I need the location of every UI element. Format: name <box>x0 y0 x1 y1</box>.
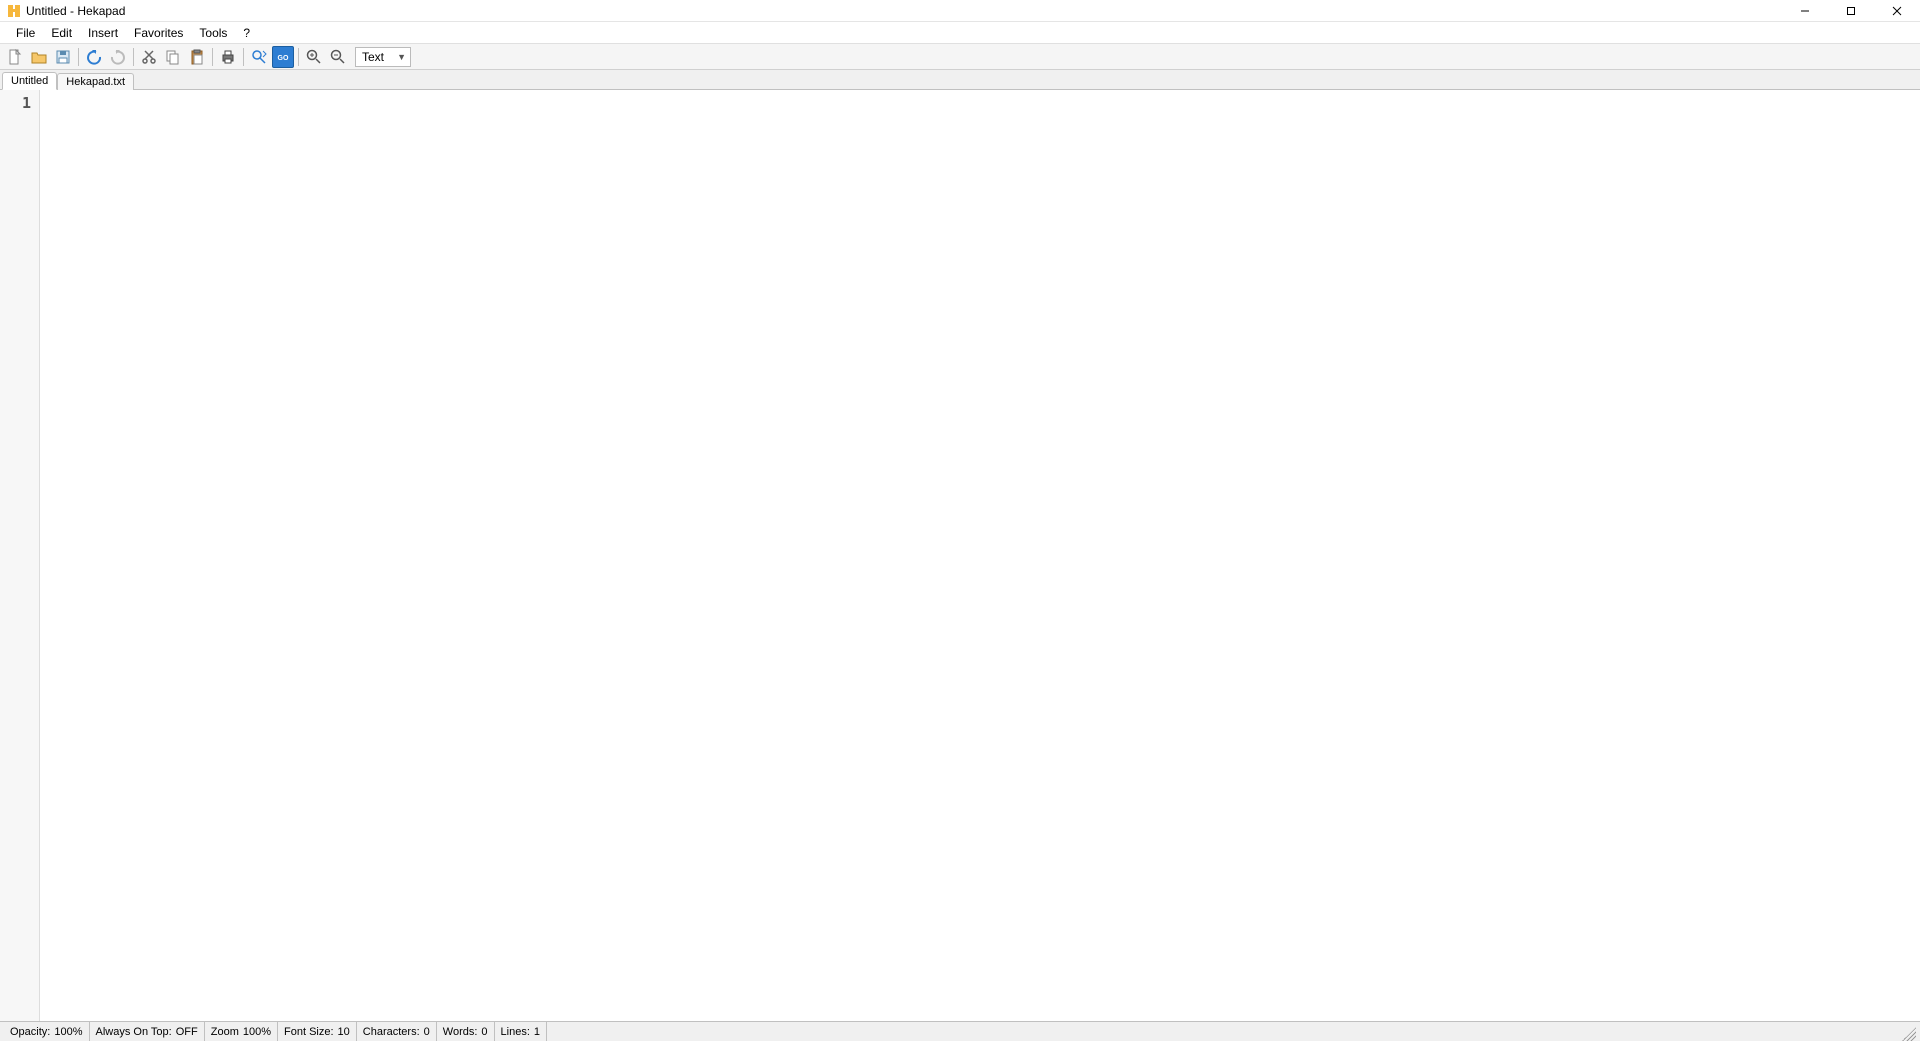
maximize-button[interactable] <box>1828 0 1874 21</box>
toolbar: GO Text ▼ <box>0 44 1920 70</box>
menu-insert[interactable]: Insert <box>80 24 126 42</box>
syntax-dropdown[interactable]: Text ▼ <box>355 47 411 67</box>
line-number-gutter: 1 <box>0 90 40 1021</box>
svg-text:GO: GO <box>278 55 289 62</box>
status-value: OFF <box>176 1026 198 1038</box>
status-characters: Characters: 0 <box>357 1022 437 1041</box>
close-button[interactable] <box>1874 0 1920 21</box>
tab-hekapad-txt[interactable]: Hekapad.txt <box>57 73 134 90</box>
minimize-button[interactable] <box>1782 0 1828 21</box>
go-button[interactable]: GO <box>272 46 294 68</box>
undo-button[interactable] <box>83 46 105 68</box>
menu-favorites[interactable]: Favorites <box>126 24 191 42</box>
copy-button[interactable] <box>162 46 184 68</box>
status-label: Always On Top: <box>96 1026 172 1038</box>
text-editor[interactable] <box>40 90 1920 1021</box>
menu-edit[interactable]: Edit <box>43 24 80 42</box>
redo-button[interactable] <box>107 46 129 68</box>
find-replace-button[interactable] <box>248 46 270 68</box>
status-opacity: Opacity: 100% <box>4 1022 90 1041</box>
tab-label: Hekapad.txt <box>66 76 125 88</box>
toolbar-separator <box>212 48 213 66</box>
cut-button[interactable] <box>138 46 160 68</box>
app-icon <box>6 3 22 19</box>
status-label: Lines: <box>501 1026 530 1038</box>
toolbar-separator <box>133 48 134 66</box>
status-lines: Lines: 1 <box>495 1022 547 1041</box>
status-value: 0 <box>481 1026 487 1038</box>
resize-grip-icon[interactable] <box>1902 1027 1916 1041</box>
syntax-value: Text <box>362 50 384 64</box>
status-value: 10 <box>338 1026 350 1038</box>
paste-button[interactable] <box>186 46 208 68</box>
open-file-button[interactable] <box>28 46 50 68</box>
status-value: 1 <box>534 1026 540 1038</box>
statusbar: Opacity: 100% Always On Top: OFF Zoom 10… <box>0 1021 1920 1041</box>
status-always-on-top: Always On Top: OFF <box>90 1022 205 1041</box>
status-zoom: Zoom 100% <box>205 1022 278 1041</box>
menu-file[interactable]: File <box>8 24 43 42</box>
window-controls <box>1782 0 1920 21</box>
window-title: Untitled - Hekapad <box>26 4 125 18</box>
status-value: 100% <box>243 1026 271 1038</box>
status-value: 0 <box>424 1026 430 1038</box>
status-font-size: Font Size: 10 <box>278 1022 357 1041</box>
menubar: File Edit Insert Favorites Tools ? <box>0 22 1920 44</box>
titlebar: Untitled - Hekapad <box>0 0 1920 22</box>
chevron-down-icon: ▼ <box>397 52 406 62</box>
menu-help[interactable]: ? <box>235 24 258 42</box>
zoom-in-button[interactable] <box>303 46 325 68</box>
status-label: Zoom <box>211 1026 239 1038</box>
tabstrip: Untitled Hekapad.txt <box>0 70 1920 90</box>
save-file-button[interactable] <box>52 46 74 68</box>
editor-area: 1 <box>0 90 1920 1021</box>
new-file-button[interactable] <box>4 46 26 68</box>
toolbar-separator <box>243 48 244 66</box>
status-label: Font Size: <box>284 1026 334 1038</box>
zoom-out-button[interactable] <box>327 46 349 68</box>
toolbar-separator <box>298 48 299 66</box>
line-number: 1 <box>0 94 31 112</box>
status-words: Words: 0 <box>437 1022 495 1041</box>
status-label: Characters: <box>363 1026 420 1038</box>
print-button[interactable] <box>217 46 239 68</box>
toolbar-separator <box>78 48 79 66</box>
tab-label: Untitled <box>11 75 48 87</box>
status-value: 100% <box>54 1026 82 1038</box>
status-label: Words: <box>443 1026 478 1038</box>
menu-tools[interactable]: Tools <box>191 24 235 42</box>
status-label: Opacity: <box>10 1026 50 1038</box>
tab-untitled[interactable]: Untitled <box>2 72 57 90</box>
